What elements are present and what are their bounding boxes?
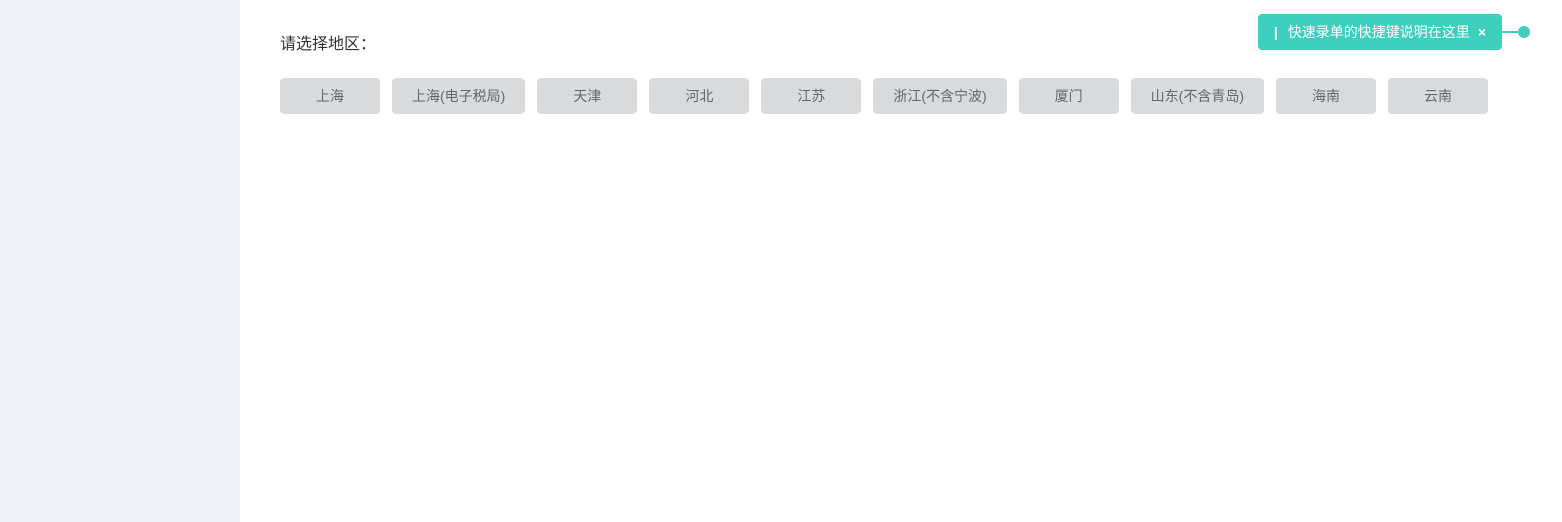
tooltip-bar: 快速录单的快捷键说明在这里 × — [1258, 14, 1502, 50]
tooltip-close-button[interactable]: × — [1478, 24, 1486, 40]
region-button-9[interactable]: 云南 — [1388, 78, 1488, 114]
region-button-7[interactable]: 山东(不含青岛) — [1131, 78, 1264, 114]
tooltip-line — [1498, 31, 1518, 33]
region-button-0[interactable]: 上海 — [280, 78, 380, 114]
region-button-6[interactable]: 厦门 — [1019, 78, 1119, 114]
region-button-2[interactable]: 天津 — [537, 78, 637, 114]
sidebar — [0, 0, 240, 522]
tooltip-dot — [1518, 26, 1530, 38]
region-button-4[interactable]: 江苏 — [761, 78, 861, 114]
region-buttons: 上海上海(电子税局) 天津河北江苏浙江(不含宁波) 厦门山东(不含青岛) 海南云南 — [280, 78, 1522, 114]
tooltip-text: 快速录单的快捷键说明在这里 — [1288, 22, 1470, 42]
main-content: 请选择地区： 上海上海(电子税局)天津河北江苏浙江(不含宁波)厦门山东(不含青岛… — [240, 0, 1562, 522]
region-button-5[interactable]: 浙江(不含宁波) — [873, 78, 1006, 114]
region-button-1[interactable]: 上海(电子税局) — [392, 78, 525, 114]
region-button-8[interactable]: 海南 — [1276, 78, 1376, 114]
region-button-3[interactable]: 河北 — [649, 78, 749, 114]
